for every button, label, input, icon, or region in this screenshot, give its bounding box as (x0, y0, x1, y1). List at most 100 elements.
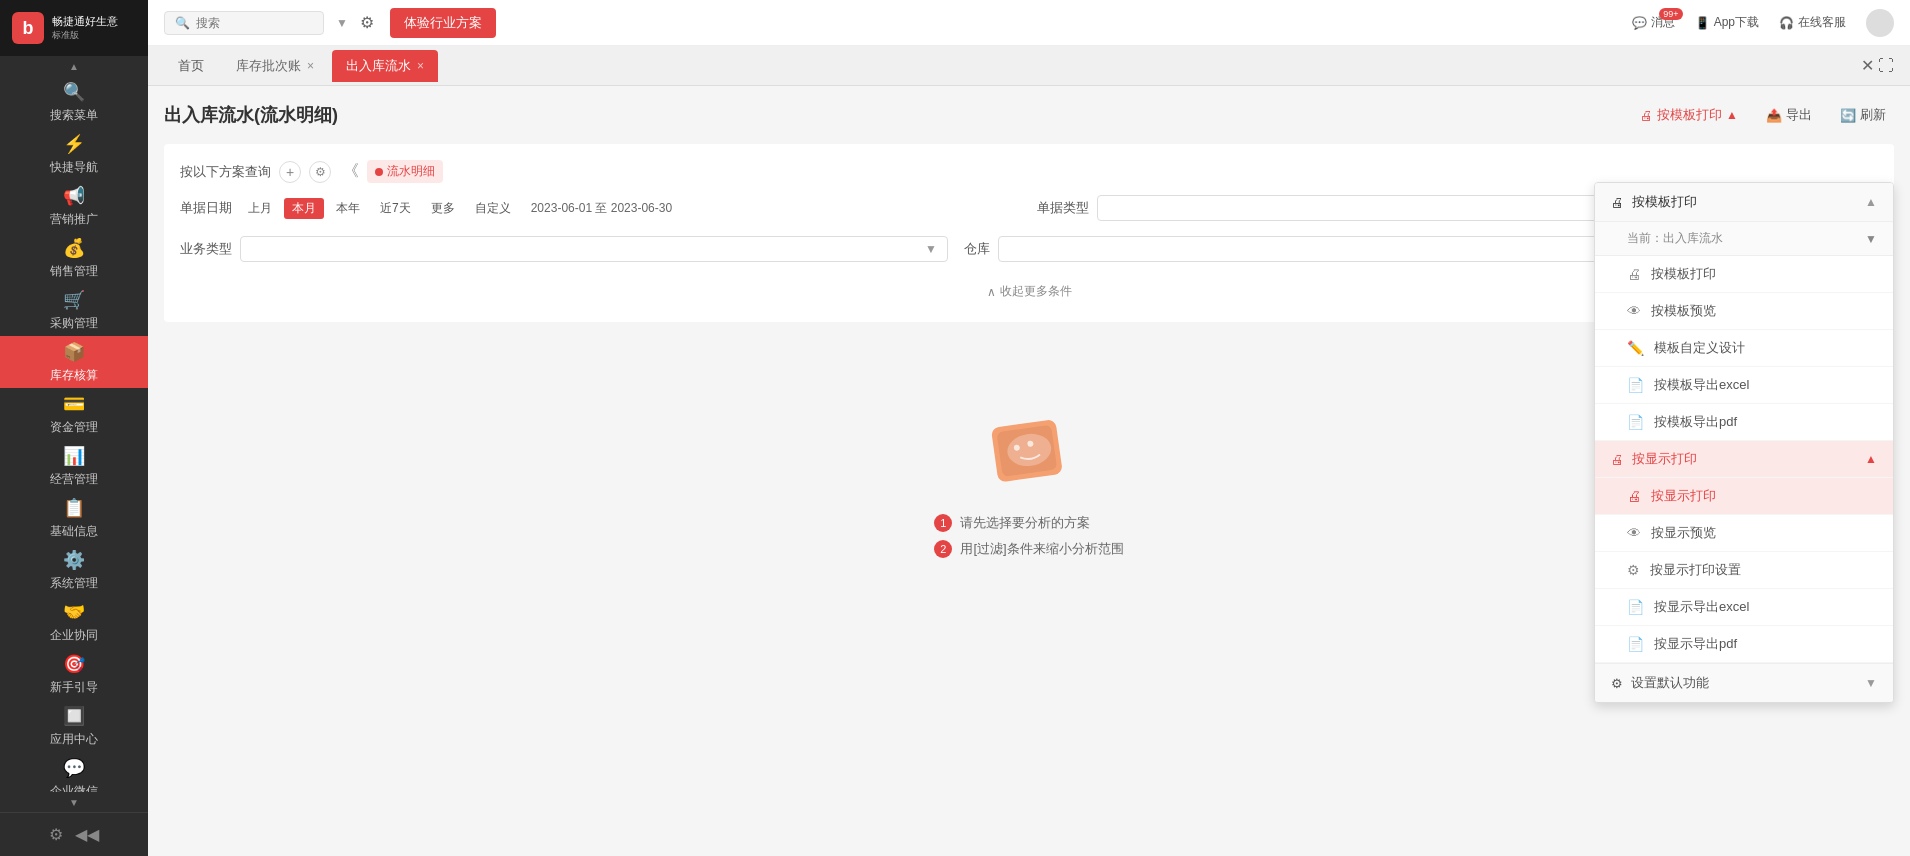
empty-illustration (979, 398, 1079, 498)
filter-settings-btn[interactable]: ⚙ (309, 161, 331, 183)
sidebar-item-sales[interactable]: 💰 销售管理 (0, 232, 148, 284)
app-logo: b 畅捷通好生意 标准版 (0, 0, 148, 56)
topbar-dropdown-icon[interactable]: ▼ (336, 16, 348, 30)
sidebar-item-label: 企业微信 (50, 783, 98, 793)
topbar-settings-icon[interactable]: ⚙ (360, 13, 374, 32)
refresh-icon: 🔄 (1840, 108, 1856, 123)
template-excel-item[interactable]: 📄 按模板导出excel (1595, 367, 1893, 404)
close-inventory-batch-tab[interactable]: × (307, 59, 314, 73)
display-settings-label: 按显示打印设置 (1650, 561, 1741, 579)
tab-inventory-batch[interactable]: 库存批次账 × (222, 50, 328, 82)
template-print-label: 按模板打印 (1651, 265, 1716, 283)
tab-flow[interactable]: 出入库流水 × (332, 50, 438, 82)
sidebar-bottom: ⚙ ◀◀ (0, 812, 148, 856)
sidebar-scroll-down[interactable]: ▼ (0, 792, 148, 812)
template-pdf-label: 按模板导出pdf (1654, 413, 1737, 431)
filter-biztype-field: 业务类型 ▼ (180, 236, 948, 262)
user-avatar[interactable] (1866, 9, 1894, 37)
sidebar-item-label: 基础信息 (50, 523, 98, 540)
display-preview-label: 按显示预览 (1651, 524, 1716, 542)
display-print-section-header[interactable]: 🖨 按显示打印 ▲ (1595, 441, 1893, 478)
template-custom-item[interactable]: ✏️ 模板自定义设计 (1595, 330, 1893, 367)
sidebar-item-weixin[interactable]: 💬 企业微信 (0, 752, 148, 792)
inventory-icon: 📦 (63, 341, 85, 363)
print-template-btn[interactable]: 🖨 按模板打印 ▲ (1632, 102, 1746, 128)
template-print-title: 按模板打印 (1632, 193, 1697, 211)
enterprise-icon: 🤝 (63, 601, 85, 623)
sidebar-item-basics[interactable]: 📋 基础信息 (0, 492, 148, 544)
display-excel-item[interactable]: 📄 按显示导出excel (1595, 589, 1893, 626)
display-preview-icon: 👁 (1627, 525, 1641, 541)
sidebar-item-operations[interactable]: 📊 经营管理 (0, 440, 148, 492)
template-preview-label: 按模板预览 (1651, 302, 1716, 320)
filter-header: 按以下方案查询 + ⚙ 《 流水明细 (180, 160, 1878, 183)
sidebar-item-search[interactable]: 🔍 搜索菜单 (0, 76, 148, 128)
display-print-icon: 🖨 (1611, 452, 1624, 467)
section1-chevron-icon: ▲ (1865, 195, 1877, 209)
filter-add-btn[interactable]: + (279, 161, 301, 183)
date-opt-last-month[interactable]: 上月 (240, 198, 280, 219)
topbar-search-box[interactable]: 🔍 (164, 11, 324, 35)
logo-icon: b (12, 12, 44, 44)
display-print-item[interactable]: 🖨 按显示打印 (1595, 478, 1893, 515)
display-excel-icon: 📄 (1627, 599, 1644, 615)
template-custom-label: 模板自定义设计 (1654, 339, 1745, 357)
flow-tab-label: 出入库流水 (346, 57, 411, 75)
online-service-btn[interactable]: 🎧 在线客服 (1779, 14, 1846, 31)
sidebar-item-guide[interactable]: 🎯 新手引导 (0, 648, 148, 700)
sidebar-scroll-up[interactable]: ▲ (0, 56, 148, 76)
display-settings-item[interactable]: ⚙ 按显示打印设置 (1595, 552, 1893, 589)
display-print-title: 按显示打印 (1632, 450, 1697, 468)
footer-settings-icon: ⚙ (1611, 676, 1623, 691)
item-excel-icon: 📄 (1627, 377, 1644, 393)
filter-collapse-btn[interactable]: 《 (343, 161, 359, 182)
empty-hints: 1 请先选择要分析的方案 2 用[过滤]条件来缩小分析范围 (934, 514, 1123, 558)
sidebar-settings-icon[interactable]: ⚙ (49, 825, 63, 844)
export-btn[interactable]: 📤 导出 (1758, 102, 1820, 128)
template-print-item[interactable]: 🖨 按模板打印 (1595, 256, 1893, 293)
close-flow-tab[interactable]: × (417, 59, 424, 73)
sidebar-item-quick-nav[interactable]: ⚡ 快捷导航 (0, 128, 148, 180)
biztype-select[interactable]: ▼ (240, 236, 948, 262)
messages-btn[interactable]: 💬 消息 99+ (1632, 14, 1675, 31)
dropdown-footer[interactable]: ⚙ 设置默认功能 ▼ (1595, 663, 1893, 702)
search-input[interactable] (196, 16, 316, 30)
display-pdf-label: 按显示导出pdf (1654, 635, 1737, 653)
doctype-field-label: 单据类型 (1037, 199, 1089, 217)
empty-hint-1: 1 请先选择要分析的方案 (934, 514, 1123, 532)
template-pdf-item[interactable]: 📄 按模板导出pdf (1595, 404, 1893, 441)
tab-home[interactable]: 首页 (164, 50, 218, 82)
template-print-section-header[interactable]: 🖨 按模板打印 ▲ (1595, 183, 1893, 222)
sidebar-item-marketing[interactable]: 📢 营销推广 (0, 180, 148, 232)
app-download-btn[interactable]: 📱 App下载 (1695, 14, 1759, 31)
display-preview-item[interactable]: 👁 按显示预览 (1595, 515, 1893, 552)
date-opt-this-month[interactable]: 本月 (284, 198, 324, 219)
refresh-btn[interactable]: 🔄 刷新 (1832, 102, 1894, 128)
display-pdf-item[interactable]: 📄 按显示导出pdf (1595, 626, 1893, 663)
app-center-icon: 🔲 (63, 705, 85, 727)
filter-tag[interactable]: 流水明细 (367, 160, 443, 183)
print-template-label: 按模板打印 (1657, 106, 1722, 124)
template-preview-item[interactable]: 👁 按模板预览 (1595, 293, 1893, 330)
trial-btn[interactable]: 体验行业方案 (390, 8, 496, 38)
sidebar-item-purchase[interactable]: 🛒 采购管理 (0, 284, 148, 336)
hint-num-2: 2 (934, 540, 952, 558)
quick-nav-icon: ⚡ (63, 133, 85, 155)
sidebar-item-finance[interactable]: 💳 资金管理 (0, 388, 148, 440)
sidebar-item-inventory[interactable]: 📦 库存核算 (0, 336, 148, 388)
close-window-btn[interactable]: ✕ (1861, 56, 1874, 75)
date-opt-more[interactable]: 更多 (423, 198, 463, 219)
sidebar-collapse-icon[interactable]: ◀◀ (75, 825, 99, 844)
date-opt-custom[interactable]: 自定义 (467, 198, 519, 219)
display-excel-label: 按显示导出excel (1654, 598, 1749, 616)
print-dropdown-panel: 🖨 按模板打印 ▲ 当前：出入库流水 ▼ 🖨 按模板打印 👁 按模板预览 ✏️ … (1594, 182, 1894, 703)
date-opt-7days[interactable]: 近7天 (372, 198, 419, 219)
date-opt-this-year[interactable]: 本年 (328, 198, 368, 219)
sidebar-item-system[interactable]: ⚙️ 系统管理 (0, 544, 148, 596)
sidebar-item-enterprise[interactable]: 🤝 企业协同 (0, 596, 148, 648)
basics-icon: 📋 (63, 497, 85, 519)
maximize-window-btn[interactable]: ⛶ (1878, 56, 1894, 75)
sidebar-item-app-center[interactable]: 🔲 应用中心 (0, 700, 148, 752)
refresh-label: 刷新 (1860, 106, 1886, 124)
weixin-icon: 💬 (63, 757, 85, 779)
